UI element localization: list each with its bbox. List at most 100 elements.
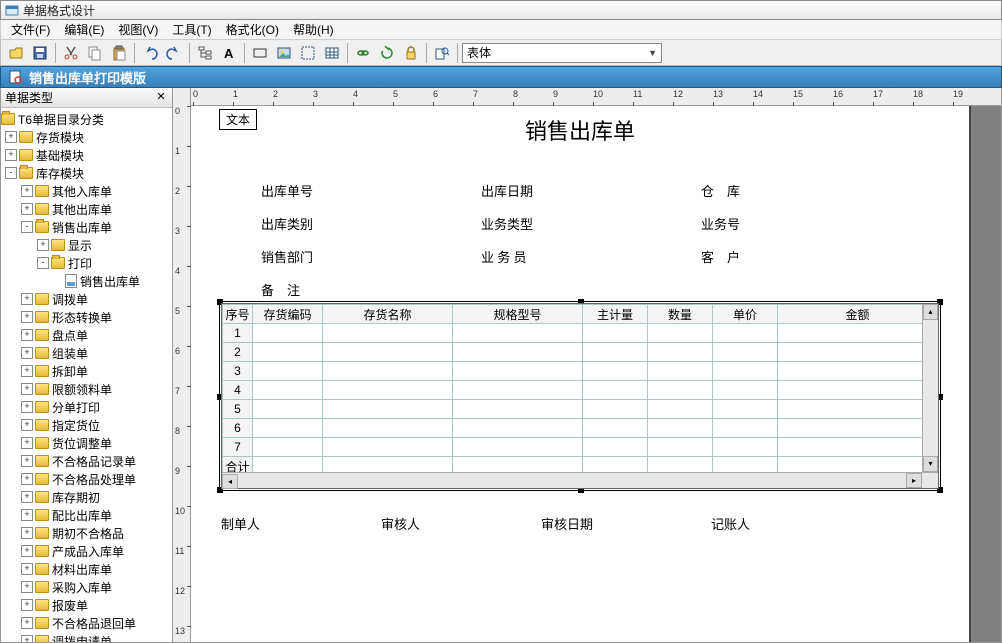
scroll-right-button[interactable]: ▸ (906, 473, 922, 488)
expand-icon[interactable]: + (5, 131, 17, 143)
paste-button[interactable] (108, 42, 130, 64)
form-title[interactable]: 销售出库单 (191, 114, 969, 146)
rect-tool-button[interactable] (249, 42, 271, 64)
footer-label[interactable]: 制单人 (221, 514, 260, 533)
tree-item[interactable]: +显示 (1, 236, 172, 254)
table-button[interactable] (321, 42, 343, 64)
tree-item[interactable]: +材料出库单 (1, 560, 172, 578)
tree-item[interactable]: +报废单 (1, 596, 172, 614)
footer-label[interactable]: 记账人 (711, 514, 750, 533)
col-header[interactable]: 单价 (713, 305, 778, 324)
table-row[interactable]: 5 (223, 400, 938, 419)
tree-item[interactable]: +基础模块 (1, 146, 172, 164)
close-icon[interactable]: ✕ (154, 91, 168, 105)
col-header[interactable]: 金额 (778, 305, 938, 324)
expand-icon[interactable]: + (21, 545, 33, 557)
expand-icon[interactable]: + (21, 491, 33, 503)
lookup-button[interactable] (431, 42, 453, 64)
table-row[interactable]: 4 (223, 381, 938, 400)
tree-item[interactable]: +形态转换单 (1, 308, 172, 326)
expand-icon[interactable]: + (21, 617, 33, 629)
footer-label[interactable]: 审核人 (381, 514, 420, 533)
tree-button[interactable] (194, 42, 216, 64)
field-label[interactable]: 业 务 员 (481, 247, 527, 266)
field-label[interactable]: 仓 库 (701, 181, 740, 200)
expand-icon[interactable]: + (21, 437, 33, 449)
tree-item[interactable]: +其他入库单 (1, 182, 172, 200)
tree-item[interactable]: +不合格品记录单 (1, 452, 172, 470)
expand-icon[interactable]: + (5, 149, 17, 161)
redo-button[interactable] (163, 42, 185, 64)
field-label[interactable]: 销售部门 (261, 247, 313, 266)
page[interactable]: 文本 销售出库单 出库单号 出库日期 仓 库 出库类别 业务类型 业务号 销售部… (191, 106, 971, 642)
tree-item[interactable]: -销售出库单 (1, 218, 172, 236)
col-header[interactable]: 数量 (648, 305, 713, 324)
menu-help[interactable]: 帮助(H) (287, 19, 340, 40)
tree-item[interactable]: +限额领料单 (1, 380, 172, 398)
field-label[interactable]: 业务类型 (481, 214, 533, 233)
scroll-down-button[interactable]: ▾ (923, 456, 938, 472)
expand-icon[interactable]: + (21, 527, 33, 539)
tree-item[interactable]: +产成品入库单 (1, 542, 172, 560)
col-header[interactable]: 序号 (223, 305, 253, 324)
expand-icon[interactable]: + (37, 239, 49, 251)
tree-root[interactable]: T6单据目录分类 (1, 110, 172, 128)
text-tool-button[interactable]: A (218, 42, 240, 64)
expand-icon[interactable]: + (21, 599, 33, 611)
scroll-left-button[interactable]: ◂ (222, 474, 238, 489)
field-label[interactable]: 业务号 (701, 214, 740, 233)
copy-button[interactable] (84, 42, 106, 64)
tree-item[interactable]: +存货模块 (1, 128, 172, 146)
col-header[interactable]: 规格型号 (453, 305, 583, 324)
tree-item[interactable]: +采购入库单 (1, 578, 172, 596)
image-button[interactable] (273, 42, 295, 64)
collapse-icon[interactable]: - (21, 221, 33, 233)
tree-item[interactable]: +不合格品处理单 (1, 470, 172, 488)
table-row[interactable]: 1 (223, 324, 938, 343)
table-row[interactable]: 3 (223, 362, 938, 381)
field-label[interactable]: 出库单号 (261, 181, 313, 200)
expand-icon[interactable]: + (21, 401, 33, 413)
expand-icon[interactable]: + (21, 473, 33, 485)
footer-label[interactable]: 审核日期 (541, 514, 593, 533)
field-label[interactable]: 客 户 (701, 247, 740, 266)
col-header[interactable]: 主计量 (583, 305, 648, 324)
undo-button[interactable] (139, 42, 161, 64)
field-label[interactable]: 出库类别 (261, 214, 313, 233)
data-grid[interactable]: 序号 存货编码 存货名称 规格型号 主计量 数量 单价 金额 1 2 3 4 5… (221, 303, 939, 489)
menu-file[interactable]: 文件(F) (5, 19, 56, 40)
tree-item[interactable]: +分单打印 (1, 398, 172, 416)
tree-item[interactable]: +盘点单 (1, 326, 172, 344)
expand-icon[interactable]: + (21, 347, 33, 359)
table-row[interactable]: 6 (223, 419, 938, 438)
tree-item[interactable]: +期初不合格品 (1, 524, 172, 542)
col-header[interactable]: 存货名称 (323, 305, 453, 324)
expand-icon[interactable]: + (21, 419, 33, 431)
tree-item[interactable]: +调拨申请单 (1, 632, 172, 642)
tree-item[interactable]: +库存期初 (1, 488, 172, 506)
tree-item[interactable]: +拆卸单 (1, 362, 172, 380)
menu-format[interactable]: 格式化(O) (220, 19, 285, 40)
save-button[interactable] (29, 42, 51, 64)
design-canvas[interactable]: 012345678910111213141516171819 012345678… (173, 88, 1001, 642)
tree-item[interactable]: -打印 (1, 254, 172, 272)
horizontal-scrollbar[interactable]: ◂ ▸ (222, 472, 938, 488)
tree-item[interactable]: +指定货位 (1, 416, 172, 434)
expand-icon[interactable]: + (21, 365, 33, 377)
expand-icon[interactable]: + (21, 581, 33, 593)
expand-icon[interactable]: + (21, 293, 33, 305)
col-header[interactable]: 存货编码 (253, 305, 323, 324)
tree-item[interactable]: +配比出库单 (1, 506, 172, 524)
tree-item[interactable]: +其他出库单 (1, 200, 172, 218)
link-button[interactable] (352, 42, 374, 64)
cut-button[interactable] (60, 42, 82, 64)
expand-icon[interactable]: + (21, 203, 33, 215)
menu-tools[interactable]: 工具(T) (166, 19, 217, 40)
expand-icon[interactable]: + (21, 311, 33, 323)
expand-icon[interactable]: + (21, 563, 33, 575)
lock-button[interactable] (400, 42, 422, 64)
table-row[interactable]: 2 (223, 343, 938, 362)
expand-icon[interactable]: + (21, 635, 33, 642)
tree-item[interactable]: +调拨单 (1, 290, 172, 308)
frame-button[interactable] (297, 42, 319, 64)
